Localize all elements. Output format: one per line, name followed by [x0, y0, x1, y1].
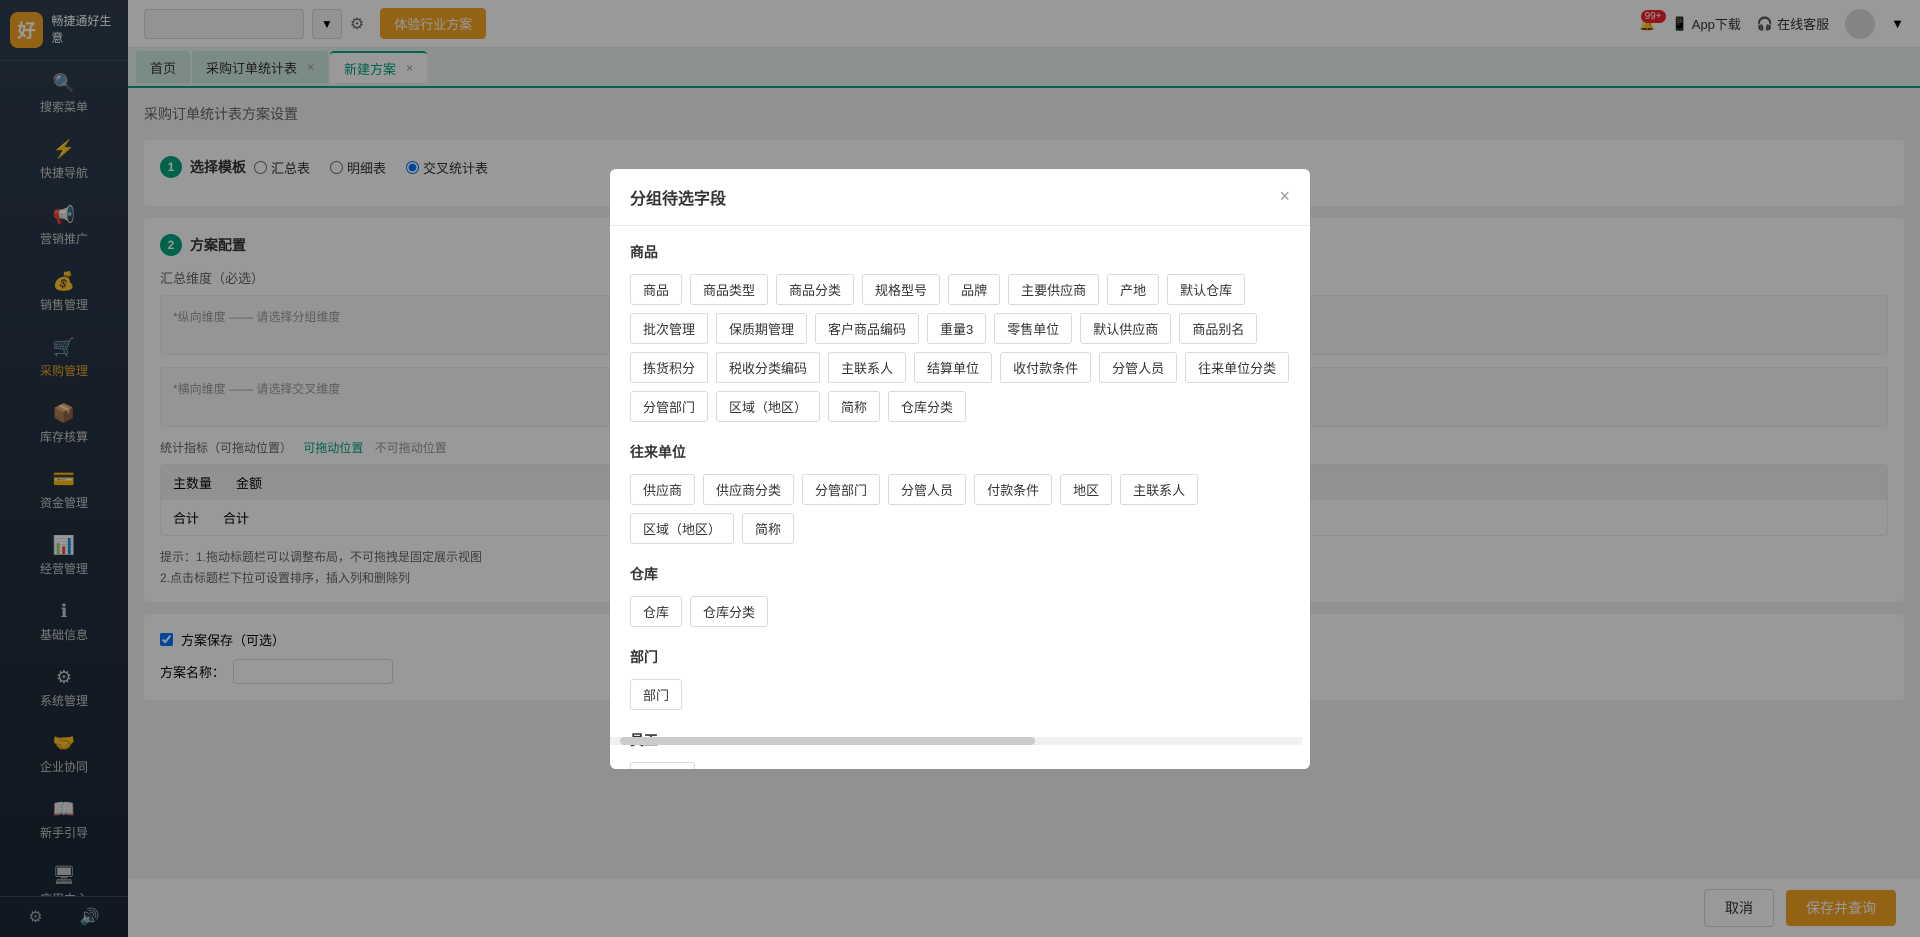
modal-overlay: 分组待选字段 × 商品商品商品类型商品分类规格型号品牌主要供应商产地默认仓库批次…: [0, 0, 1920, 937]
modal-body: 商品商品商品类型商品分类规格型号品牌主要供应商产地默认仓库批次管理保质期管理客户…: [610, 226, 1310, 769]
field-tag-0-14[interactable]: 商品别名: [1179, 313, 1257, 344]
field-tag-0-17[interactable]: 主联系人: [828, 352, 906, 383]
field-tag-3-0[interactable]: 部门: [630, 679, 682, 710]
field-tag-0-4[interactable]: 品牌: [948, 274, 1000, 305]
field-tag-1-6[interactable]: 主联系人: [1120, 474, 1198, 505]
field-tag-1-0[interactable]: 供应商: [630, 474, 695, 505]
field-category-3: 部门部门: [630, 647, 1290, 710]
field-tag-0-6[interactable]: 产地: [1107, 274, 1159, 305]
field-tag-0-22[interactable]: 分管部门: [630, 391, 708, 422]
field-category-0: 商品商品商品类型商品分类规格型号品牌主要供应商产地默认仓库批次管理保质期管理客户…: [630, 242, 1290, 422]
field-tag-0-19[interactable]: 收付款条件: [1000, 352, 1091, 383]
field-tag-1-4[interactable]: 付款条件: [974, 474, 1052, 505]
horizontal-scrollbar[interactable]: [610, 745, 1302, 753]
category-title-2: 仓库: [630, 564, 1290, 584]
field-tag-0-2[interactable]: 商品分类: [776, 274, 854, 305]
modal: 分组待选字段 × 商品商品商品类型商品分类规格型号品牌主要供应商产地默认仓库批次…: [610, 169, 1310, 769]
field-tag-0-9[interactable]: 保质期管理: [716, 313, 807, 344]
modal-close-btn[interactable]: ×: [1279, 186, 1290, 207]
field-tag-0-7[interactable]: 默认仓库: [1167, 274, 1245, 305]
field-tag-0-12[interactable]: 零售单位: [994, 313, 1072, 344]
field-tag-2-0[interactable]: 仓库: [630, 596, 682, 627]
field-tag-0-3[interactable]: 规格型号: [862, 274, 940, 305]
field-tag-0-23[interactable]: 区域（地区）: [716, 391, 820, 422]
field-tag-2-1[interactable]: 仓库分类: [690, 596, 768, 627]
field-tag-0-1[interactable]: 商品类型: [690, 274, 768, 305]
field-tag-0-0[interactable]: 商品: [630, 274, 682, 305]
category-title-1: 往来单位: [630, 442, 1290, 462]
field-tag-0-5[interactable]: 主要供应商: [1008, 274, 1099, 305]
field-category-2: 仓库仓库仓库分类: [630, 564, 1290, 627]
field-tag-0-25[interactable]: 仓库分类: [888, 391, 966, 422]
field-tags-3: 部门: [630, 679, 1290, 710]
field-tags-4: 业务员: [630, 762, 1290, 769]
field-tag-0-10[interactable]: 客户商品编码: [815, 313, 919, 344]
field-tag-0-15[interactable]: 拣货积分: [630, 352, 708, 383]
field-tag-0-16[interactable]: 税收分类编码: [716, 352, 820, 383]
field-tag-0-24[interactable]: 简称: [828, 391, 880, 422]
field-tag-1-5[interactable]: 地区: [1060, 474, 1112, 505]
field-tag-1-8[interactable]: 简称: [742, 513, 794, 544]
field-tags-2: 仓库仓库分类: [630, 596, 1290, 627]
field-tag-0-20[interactable]: 分管人员: [1099, 352, 1177, 383]
modal-title: 分组待选字段: [630, 185, 726, 209]
field-category-1: 往来单位供应商供应商分类分管部门分管人员付款条件地区主联系人区域（地区） 简称: [630, 442, 1290, 544]
field-tags-1: 供应商供应商分类分管部门分管人员付款条件地区主联系人区域（地区） 简称: [630, 474, 1290, 544]
field-tags-0: 商品商品类型商品分类规格型号品牌主要供应商产地默认仓库批次管理保质期管理客户商品…: [630, 274, 1290, 422]
field-tag-1-1[interactable]: 供应商分类: [703, 474, 794, 505]
field-tag-4-0[interactable]: 业务员: [630, 762, 695, 769]
field-tag-0-21[interactable]: 往来单位分类: [1185, 352, 1289, 383]
field-tag-0-13[interactable]: 默认供应商: [1080, 313, 1171, 344]
field-tag-0-18[interactable]: 结算单位: [914, 352, 992, 383]
category-title-0: 商品: [630, 242, 1290, 262]
modal-header: 分组待选字段 ×: [610, 169, 1310, 226]
category-title-3: 部门: [630, 647, 1290, 667]
field-tag-1-7[interactable]: 区域（地区）: [630, 513, 734, 544]
field-tag-1-2[interactable]: 分管部门: [802, 474, 880, 505]
field-tag-1-3[interactable]: 分管人员: [888, 474, 966, 505]
field-tag-0-11[interactable]: 重量3: [927, 313, 986, 344]
field-tag-0-8[interactable]: 批次管理: [630, 313, 708, 344]
